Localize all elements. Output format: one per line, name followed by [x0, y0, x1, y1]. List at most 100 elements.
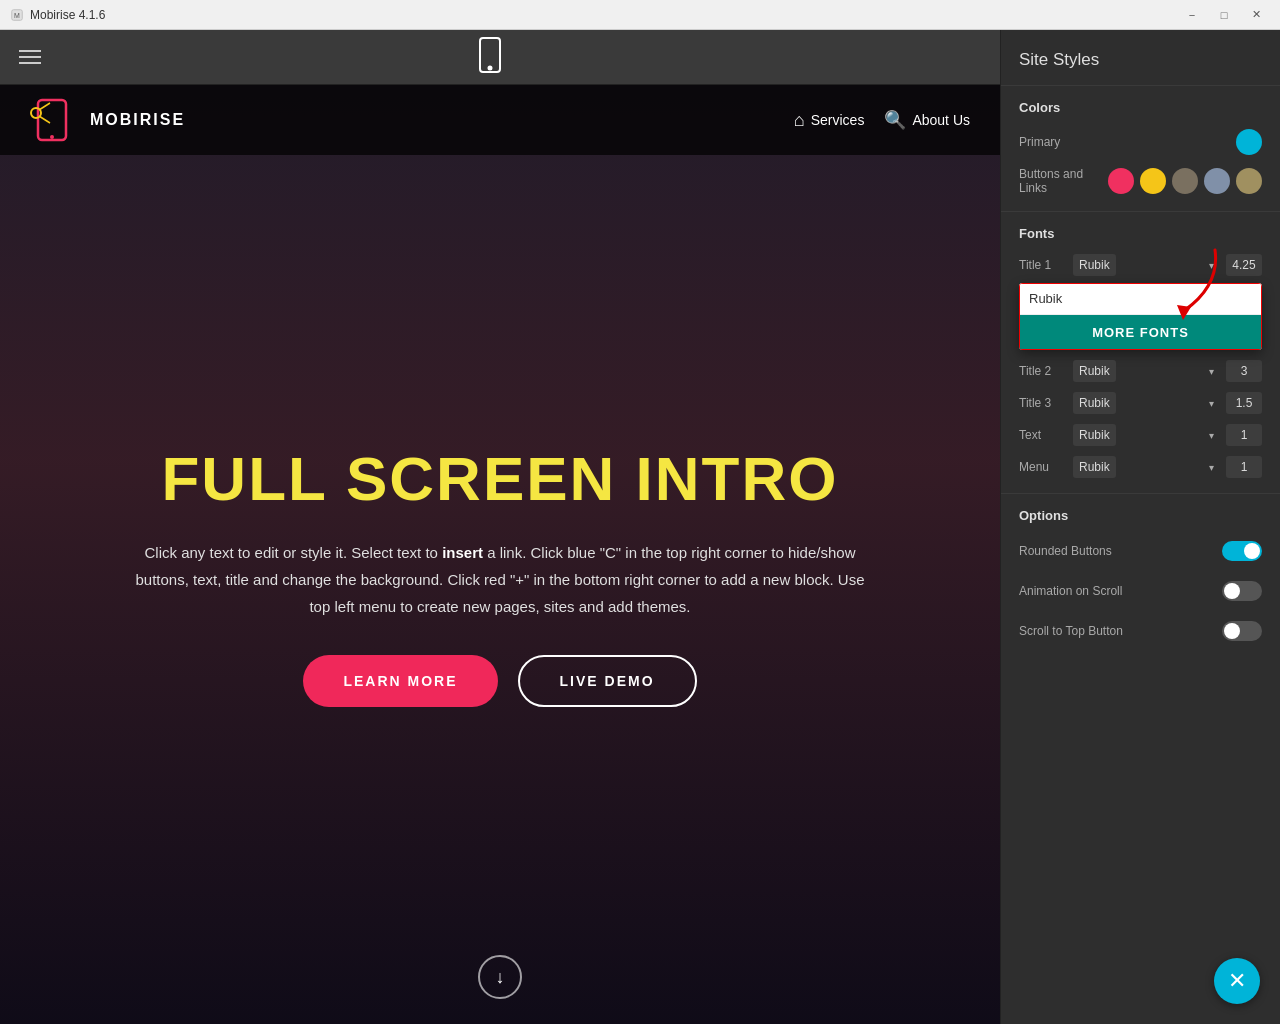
font-size-text[interactable] — [1226, 424, 1262, 446]
font-row-title2: Title 2 Rubik — [1001, 355, 1280, 387]
options-section-label: Options — [1001, 494, 1280, 531]
scroll-top-row: Scroll to Top Button — [1001, 611, 1280, 651]
rounded-buttons-label: Rounded Buttons — [1019, 544, 1112, 558]
font-select-text[interactable]: Rubik — [1073, 424, 1116, 446]
swatch-pink[interactable] — [1108, 168, 1134, 194]
hero-buttons: LEARN MORE LIVE DEMO — [130, 655, 870, 707]
rounded-buttons-toggle[interactable] — [1222, 541, 1262, 561]
hero-content: FULL SCREEN INTRO Click any text to edit… — [130, 443, 870, 727]
nav-item-services[interactable]: ⌂ Services — [794, 110, 865, 131]
font-size-title1[interactable] — [1226, 254, 1262, 276]
fab-container: ✕ — [1001, 651, 1280, 1024]
font-select-title2[interactable]: Rubik — [1073, 360, 1116, 382]
rounded-buttons-row: Rounded Buttons — [1001, 531, 1280, 571]
fab-button[interactable]: ✕ — [1214, 958, 1260, 1004]
learn-more-button[interactable]: LEARN MORE — [303, 655, 497, 707]
toggle-knob — [1244, 543, 1260, 559]
about-label: About Us — [912, 112, 970, 128]
animation-scroll-row: Animation on Scroll — [1001, 571, 1280, 611]
font-select-title3[interactable]: Rubik — [1073, 392, 1116, 414]
colors-section-label: Colors — [1001, 86, 1280, 123]
font-label-title3: Title 3 — [1019, 396, 1067, 410]
svg-line-18 — [39, 116, 50, 123]
svg-point-3 — [489, 67, 492, 70]
primary-color-swatch[interactable] — [1236, 129, 1262, 155]
window-chrome: M Mobirise 4.1.6 − □ ✕ — [0, 0, 1280, 30]
search-icon: 🔍 — [884, 109, 906, 131]
primary-color-label: Primary — [1019, 135, 1060, 149]
font-search-input[interactable] — [1019, 283, 1262, 315]
scroll-top-label: Scroll to Top Button — [1019, 624, 1123, 638]
logo-text: MOBIRISE — [90, 111, 185, 129]
website-content: MOBIRISE ⌂ Services 🔍 About Us FULL SCR — [0, 85, 1000, 1024]
animation-scroll-toggle[interactable] — [1222, 581, 1262, 601]
font-size-title3[interactable] — [1226, 392, 1262, 414]
swatch-yellow[interactable] — [1140, 168, 1166, 194]
more-fonts-button[interactable]: MORE FONTS — [1019, 315, 1262, 350]
swatch-blue-gray[interactable] — [1204, 168, 1230, 194]
font-row-title3: Title 3 Rubik — [1001, 387, 1280, 419]
services-label: Services — [811, 112, 865, 128]
svg-point-15 — [50, 135, 54, 139]
maximize-button[interactable]: □ — [1210, 5, 1238, 25]
swatch-khaki[interactable] — [1236, 168, 1262, 194]
live-demo-button[interactable]: LIVE DEMO — [518, 655, 697, 707]
font-select-wrapper-text: Rubik — [1073, 424, 1220, 446]
font-label-title2: Title 2 — [1019, 364, 1067, 378]
minimize-button[interactable]: − — [1178, 5, 1206, 25]
toggle-knob-2 — [1224, 583, 1240, 599]
font-select-menu[interactable]: Rubik — [1073, 456, 1116, 478]
font-label-menu: Menu — [1019, 460, 1067, 474]
font-select-title1[interactable]: Rubik — [1073, 254, 1116, 276]
toolbar-left — [15, 46, 45, 68]
window-title: M Mobirise 4.1.6 — [10, 8, 105, 22]
window-title-text: Mobirise 4.1.6 — [30, 8, 105, 22]
preview-area: MOBIRISE ⌂ Services 🔍 About Us FULL SCR — [0, 30, 1000, 1024]
fab-icon: ✕ — [1228, 968, 1246, 994]
animation-scroll-label: Animation on Scroll — [1019, 584, 1122, 598]
font-size-title2[interactable] — [1226, 360, 1262, 382]
fonts-section-label: Fonts — [1001, 212, 1280, 249]
panel-title: Site Styles — [1001, 30, 1280, 86]
hero-title[interactable]: FULL SCREEN INTRO — [130, 443, 870, 514]
site-nav-links: ⌂ Services 🔍 About Us — [794, 109, 970, 131]
site-styles-panel: Site Styles Colors Primary Buttons and L… — [1000, 30, 1280, 1024]
hamburger-line-2 — [19, 56, 41, 58]
colors-section: Colors Primary Buttons and Links — [1001, 86, 1280, 211]
main-layout: MOBIRISE ⌂ Services 🔍 About Us FULL SCR — [0, 30, 1280, 1024]
logo-icon — [30, 95, 80, 145]
font-select-wrapper-title3: Rubik — [1073, 392, 1220, 414]
hamburger-button[interactable] — [15, 46, 45, 68]
window-controls: − □ ✕ — [1178, 5, 1270, 25]
font-select-wrapper-title2: Rubik — [1073, 360, 1220, 382]
close-button[interactable]: ✕ — [1242, 5, 1270, 25]
color-swatches — [1108, 168, 1262, 194]
site-navigation: MOBIRISE ⌂ Services 🔍 About Us — [0, 85, 1000, 155]
font-label-title1: Title 1 — [1019, 258, 1067, 272]
fonts-section: Fonts Title 1 Rubik MORE FONTS — [1001, 211, 1280, 493]
toolbar — [0, 30, 1000, 85]
font-row-title1: Title 1 Rubik — [1001, 249, 1280, 281]
buttons-links-label: Buttons and Links — [1019, 167, 1108, 195]
toolbar-center — [478, 37, 502, 77]
swatch-brown[interactable] — [1172, 168, 1198, 194]
nav-item-about[interactable]: 🔍 About Us — [884, 109, 970, 131]
app-icon: M — [10, 8, 24, 22]
scroll-down-button[interactable]: ↓ — [478, 955, 522, 999]
font-row-menu: Menu Rubik — [1001, 451, 1280, 483]
hero-subtitle-bold: insert — [442, 544, 483, 561]
svg-rect-14 — [38, 100, 66, 140]
home-icon: ⌂ — [794, 110, 805, 131]
scroll-top-toggle[interactable] — [1222, 621, 1262, 641]
buttons-links-row: Buttons and Links — [1001, 161, 1280, 201]
hamburger-line-1 — [19, 50, 41, 52]
options-section: Options Rounded Buttons Animation on Scr… — [1001, 493, 1280, 651]
font-dropdown-popup: MORE FONTS — [1019, 283, 1262, 350]
toggle-knob-3 — [1224, 623, 1240, 639]
mobile-preview-button[interactable] — [478, 37, 502, 77]
font-select-wrapper-menu: Rubik — [1073, 456, 1220, 478]
svg-line-17 — [39, 103, 50, 110]
hero-subtitle: Click any text to edit or style it. Sele… — [130, 539, 870, 620]
font-select-wrapper-title1: Rubik — [1073, 254, 1220, 276]
font-size-menu[interactable] — [1226, 456, 1262, 478]
